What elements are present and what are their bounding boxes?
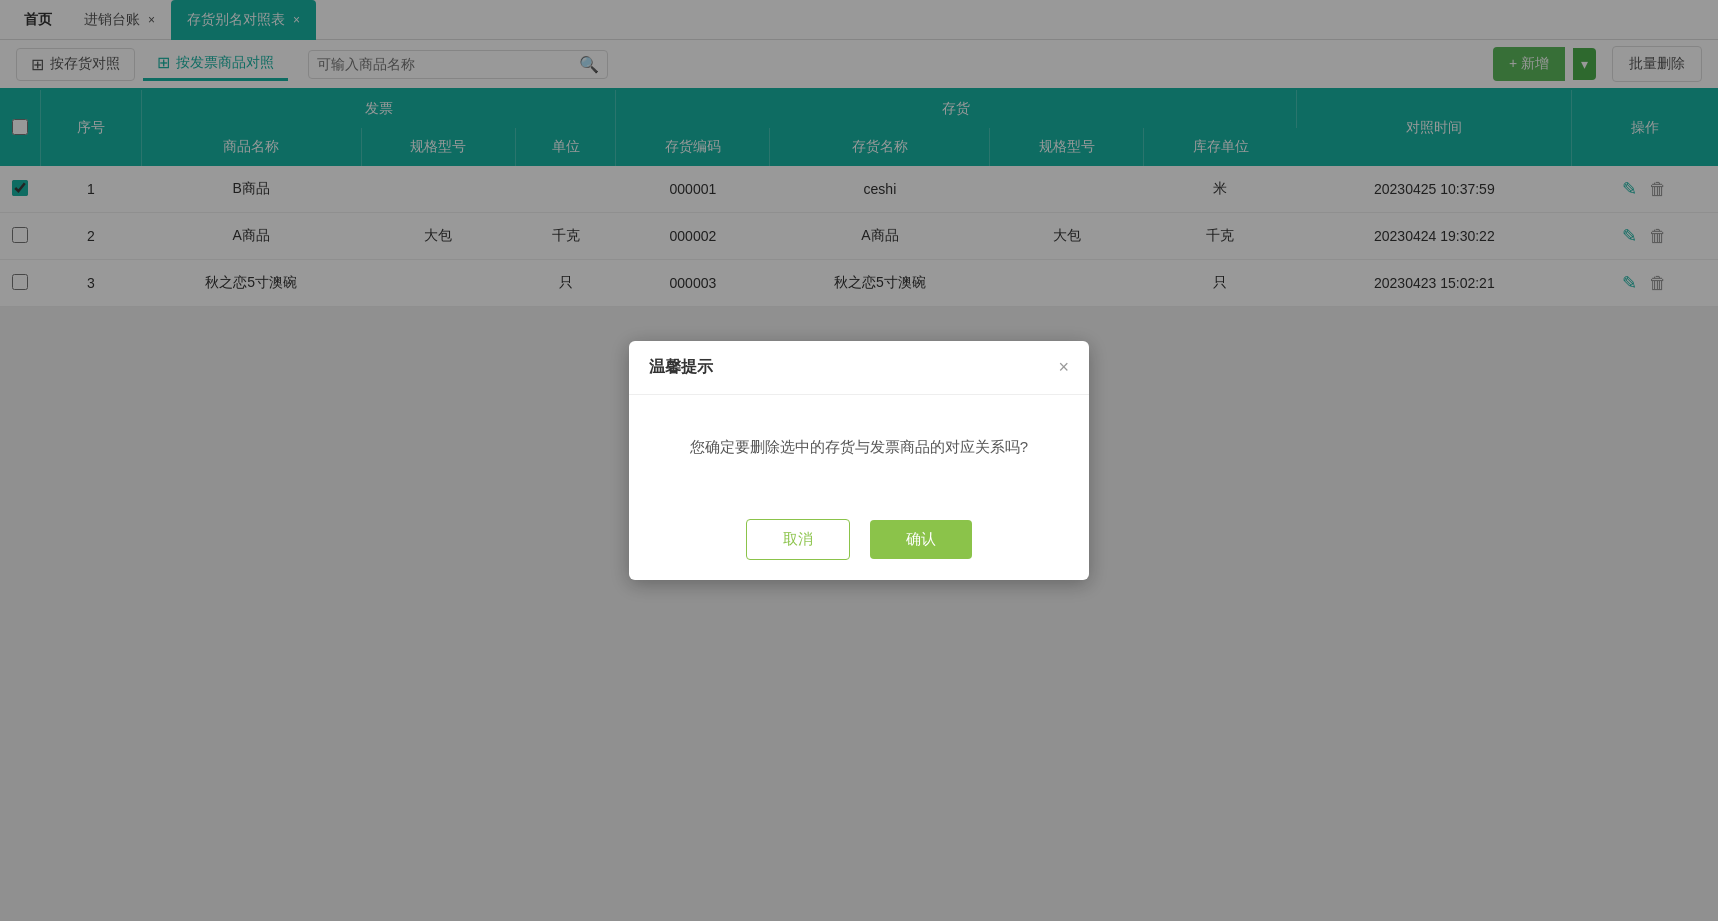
modal-overlay: 温馨提示 × 您确定要删除选中的存货与发票商品的对应关系吗? 取消 确认 xyxy=(0,0,1718,307)
